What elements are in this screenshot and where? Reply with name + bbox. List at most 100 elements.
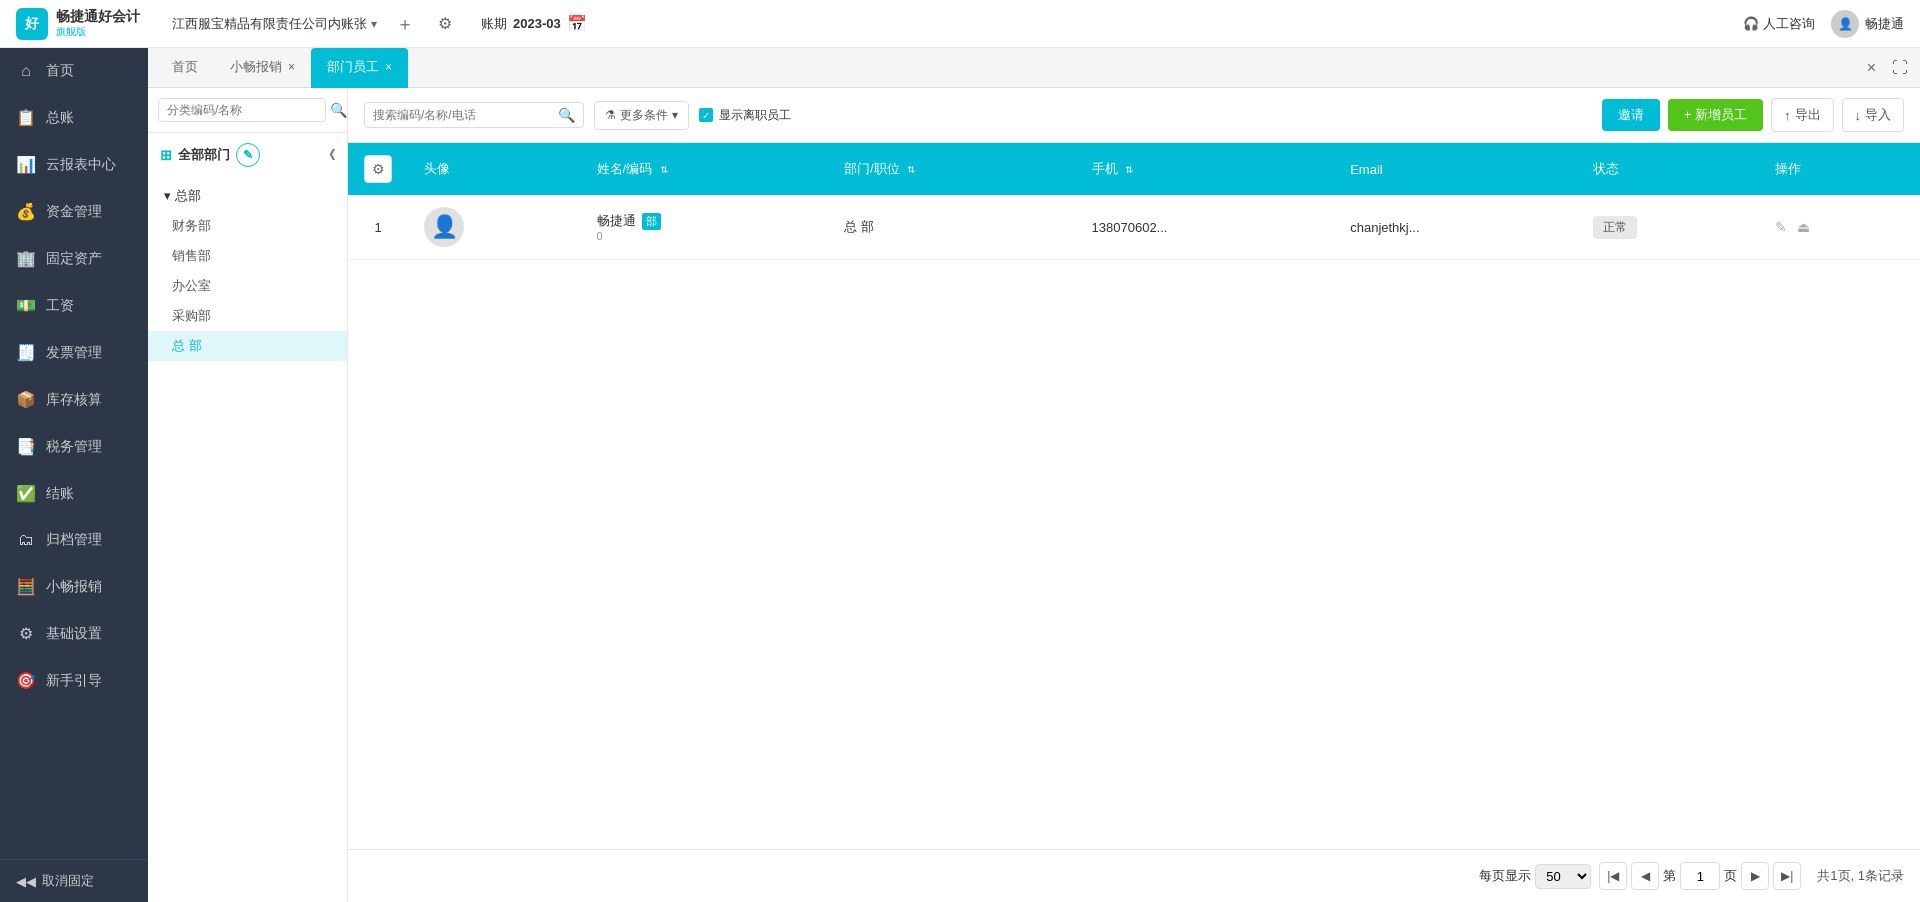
- employee-code: 0: [597, 230, 812, 242]
- show-resigned-checkbox[interactable]: ✓: [699, 108, 713, 122]
- tab-employees[interactable]: 部门员工 ×: [311, 48, 408, 88]
- edit-employee-icon[interactable]: ✎: [1775, 219, 1787, 235]
- employee-search-input[interactable]: [373, 108, 554, 122]
- logout-employee-icon[interactable]: ⏏: [1797, 219, 1810, 235]
- sidebar-item-label: 库存核算: [46, 391, 102, 409]
- column-settings-button[interactable]: ⚙: [364, 155, 392, 183]
- user-name: 畅捷通: [1865, 15, 1904, 33]
- sidebar-item-reports[interactable]: 📊 云报表中心: [0, 141, 148, 188]
- service-button[interactable]: 🎧 人工咨询: [1743, 15, 1815, 33]
- sidebar-item-invoice[interactable]: 🧾 发票管理: [0, 329, 148, 376]
- page-label: 第: [1663, 867, 1676, 885]
- sidebar-item-archive[interactable]: 🗂 归档管理: [0, 517, 148, 563]
- status-badge: 正常: [1593, 216, 1637, 239]
- sidebar-item-label: 发票管理: [46, 344, 102, 362]
- sidebar-item-label: 结账: [46, 485, 74, 503]
- archive-icon: 🗂: [16, 531, 36, 549]
- sort-phone-icon[interactable]: ⇅: [1125, 164, 1133, 175]
- employee-search-box[interactable]: 🔍: [364, 102, 584, 128]
- toolbar-right: 邀请 + 新增员工 ↑ 导出 ↓ 导入: [1602, 98, 1904, 132]
- close-tab-expense-icon[interactable]: ×: [288, 60, 295, 74]
- sidebar-item-label: 首页: [46, 62, 74, 80]
- sidebar-item-label: 新手引导: [46, 672, 102, 690]
- sidebar-item-capital[interactable]: 💰 资金管理: [0, 188, 148, 235]
- first-page-button[interactable]: |◀: [1599, 862, 1627, 890]
- import-button[interactable]: ↓ 导入: [1842, 98, 1905, 132]
- user-area[interactable]: 👤 畅捷通: [1831, 10, 1904, 38]
- sidebar-item-salary[interactable]: 💵 工资: [0, 282, 148, 329]
- dept-item-zongbu[interactable]: 总 部: [148, 331, 347, 361]
- row-dept: 总 部: [828, 195, 1075, 260]
- filter-button[interactable]: ⚗ 更多条件 ▾: [594, 101, 689, 130]
- page-input[interactable]: [1680, 862, 1720, 890]
- logo-text: 畅捷通好会计: [56, 8, 140, 25]
- filter-icon: ⚗: [605, 108, 616, 122]
- dept-search-icon[interactable]: 🔍: [330, 102, 347, 118]
- company-selector[interactable]: 江西服宝精品有限责任公司内账张 ▾: [164, 15, 377, 33]
- sort-dept-icon[interactable]: ⇅: [907, 164, 915, 175]
- row-name-cell: 畅捷通 部 0: [581, 195, 828, 260]
- sidebar-item-settle[interactable]: ✅ 结账: [0, 470, 148, 517]
- col-phone[interactable]: 手机 ⇅: [1076, 143, 1335, 195]
- dept-item-caigou[interactable]: 采购部: [148, 301, 347, 331]
- sidebar-item-ledger[interactable]: 📋 总账: [0, 94, 148, 141]
- sidebar-item-label: 云报表中心: [46, 156, 116, 174]
- right-panel: 🔍 ⚗ 更多条件 ▾ ✓ 显示离职员工 邀请 + 新增员工: [348, 88, 1920, 902]
- calendar-icon[interactable]: 📅: [567, 14, 587, 33]
- period-value: 2023-03: [513, 16, 561, 31]
- dept-search-input[interactable]: [158, 98, 326, 122]
- page-total: 共1页, 1条记录: [1817, 867, 1904, 885]
- export-button[interactable]: ↑ 导出: [1771, 98, 1834, 132]
- close-tab-employees-icon[interactable]: ×: [385, 60, 392, 74]
- col-status: 状态: [1577, 143, 1759, 195]
- tab-expense-label: 小畅报销: [230, 58, 282, 76]
- close-all-tabs-icon[interactable]: ×: [1863, 59, 1880, 77]
- last-page-button[interactable]: ▶|: [1773, 862, 1801, 890]
- dept-item-caiwu[interactable]: 财务部: [148, 211, 347, 241]
- dept-edit-button[interactable]: ✎: [236, 143, 260, 167]
- dept-group-zongbu[interactable]: ▾ 总部: [148, 181, 347, 211]
- ledger-icon: 📋: [16, 108, 36, 127]
- row-no: 1: [348, 195, 408, 260]
- period-area: 账期 2023-03 📅: [481, 14, 587, 33]
- all-dept-header[interactable]: ⊞ 全部部门 ✎ 《: [148, 133, 347, 177]
- show-resigned-toggle[interactable]: ✓ 显示离职员工: [699, 107, 791, 124]
- sidebar-item-guide[interactable]: 🎯 新手引导: [0, 657, 148, 704]
- sidebar-item-label: 固定资产: [46, 250, 102, 268]
- inventory-icon: 📦: [16, 390, 36, 409]
- sidebar-item-expense[interactable]: 🧮 小畅报销: [0, 563, 148, 610]
- sidebar-item-assets[interactable]: 🏢 固定资产: [0, 235, 148, 282]
- invite-button[interactable]: 邀请: [1602, 99, 1660, 131]
- table-row: 1 👤 畅捷通 部 0 总 部 138070602... chanjethkj.…: [348, 195, 1920, 260]
- next-page-button[interactable]: ▶: [1741, 862, 1769, 890]
- sidebar-item-home[interactable]: ⌂ 首页: [0, 48, 148, 94]
- dept-collapse-icon[interactable]: 《: [323, 147, 335, 164]
- logo-area: 好 畅捷通好会计 旗舰版: [16, 8, 164, 40]
- prev-page-button[interactable]: ◀: [1631, 862, 1659, 890]
- dept-item-bangong[interactable]: 办公室: [148, 271, 347, 301]
- sidebar-item-settings[interactable]: ⚙ 基础设置: [0, 610, 148, 657]
- add-employee-button[interactable]: + 新增员工: [1668, 99, 1763, 131]
- sidebar-item-inventory[interactable]: 📦 库存核算: [0, 376, 148, 423]
- col-dept[interactable]: 部门/职位 ⇅: [828, 143, 1075, 195]
- avatar-person-icon: 👤: [431, 214, 458, 240]
- tab-home[interactable]: 首页: [156, 48, 214, 88]
- add-tab-button[interactable]: ＋: [393, 12, 417, 36]
- settle-icon: ✅: [16, 484, 36, 503]
- search-icon[interactable]: 🔍: [558, 107, 575, 123]
- dept-panel: 🔍 ⊞ 全部部门 ✎ 《 ▾ 总部 财务部 销售部 办公室 采购部 总 部: [148, 88, 348, 902]
- settings-icon[interactable]: ⚙: [433, 12, 457, 36]
- settings-menu-icon: ⚙: [16, 624, 36, 643]
- dept-item-xiaoshou[interactable]: 销售部: [148, 241, 347, 271]
- page-size-label: 每页显示: [1479, 867, 1531, 885]
- pin-toggle-button[interactable]: ◀◀ 取消固定: [0, 859, 148, 902]
- reports-icon: 📊: [16, 155, 36, 174]
- sidebar-item-tax[interactable]: 📑 税务管理: [0, 423, 148, 470]
- expand-tab-icon[interactable]: ⛶: [1888, 59, 1912, 77]
- sort-name-icon[interactable]: ⇅: [660, 164, 668, 175]
- col-name[interactable]: 姓名/编码 ⇅: [581, 143, 828, 195]
- tab-expense[interactable]: 小畅报销 ×: [214, 48, 311, 88]
- page-size-select[interactable]: 50 100 200: [1535, 864, 1591, 889]
- sidebar-item-label: 资金管理: [46, 203, 102, 221]
- service-label: 人工咨询: [1763, 15, 1815, 33]
